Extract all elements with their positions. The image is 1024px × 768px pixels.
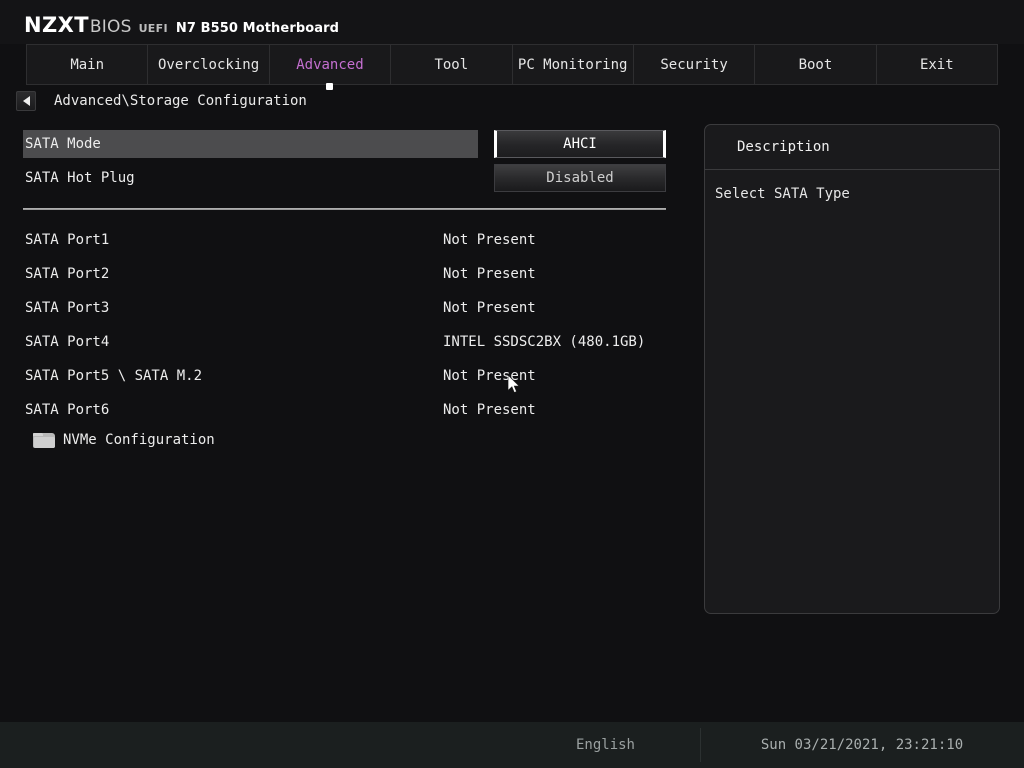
sata-port-name: SATA Port1	[25, 232, 110, 248]
sata-port-name: SATA Port5 \ SATA M.2	[25, 368, 203, 384]
setting-row-sata-hot-plug: SATA Hot Plug Disabled	[23, 164, 666, 192]
sata-port-value: INTEL SSDSC2BX (480.1GB)	[443, 334, 646, 350]
sata-port-row: SATA Port2 Not Present	[23, 262, 666, 286]
sata-port-name: SATA Port2	[25, 266, 110, 282]
sata-port-value: Not Present	[443, 232, 536, 248]
tab-label: Exit	[919, 56, 954, 73]
sata-port-name: SATA Port6	[25, 402, 110, 418]
system-datetime[interactable]: Sun 03/21/2021, 23:21:10	[700, 722, 1024, 768]
tab-label: Overclocking	[157, 56, 260, 73]
folder-front	[34, 436, 55, 448]
sata-port-row: SATA Port6 Not Present	[23, 398, 666, 422]
tab-label: Boot	[798, 56, 833, 73]
tab-label: Main	[70, 56, 105, 73]
tab-overclocking[interactable]: Overclocking	[148, 45, 270, 84]
submenu-nvme-configuration[interactable]: NVMe Configuration	[23, 428, 666, 452]
tab-label: Advanced	[296, 56, 364, 73]
tab-exit[interactable]: Exit	[877, 45, 997, 84]
sata-port-name: SATA Port3	[25, 300, 110, 316]
tab-advanced[interactable]: Advanced	[270, 45, 392, 90]
setting-row-sata-mode: SATA Mode AHCI	[23, 130, 666, 158]
breadcrumb: Advanced\Storage Configuration	[0, 88, 1024, 114]
section-divider	[23, 208, 666, 210]
sata-port-value: Not Present	[443, 402, 536, 418]
brand-bios-label: BIOS	[89, 17, 132, 37]
sata-port-value: Not Present	[443, 368, 536, 384]
motherboard-model: N7 B550 Motherboard	[175, 21, 340, 36]
brand-logo: NZXT BIOS UEFI N7 B550 Motherboard	[24, 13, 339, 37]
description-title: Description	[705, 125, 999, 170]
language-selector[interactable]: English	[0, 722, 700, 768]
tab-pc-monitoring[interactable]: PC Monitoring	[513, 45, 634, 84]
brand-name: NZXT	[24, 13, 89, 37]
sata-port-row: SATA Port5 \ SATA M.2 Not Present	[23, 364, 666, 388]
setting-value-sata-mode[interactable]: AHCI	[494, 130, 666, 158]
bios-screen: NZXT BIOS UEFI N7 B550 Motherboard Main O…	[0, 0, 1024, 768]
status-bar: English Sun 03/21/2021, 23:21:10	[0, 722, 1024, 768]
tab-label: PC Monitoring	[517, 56, 628, 73]
sata-port-row: SATA Port1 Not Present	[23, 228, 666, 252]
uefi-label: UEFI	[138, 22, 168, 35]
folder-tab	[33, 432, 43, 436]
folder-icon	[33, 432, 55, 448]
main-tab-bar: Main Overclocking Advanced Tool PC Monitorin…	[26, 44, 998, 90]
back-arrow-glyph	[22, 96, 30, 106]
tab-tool[interactable]: Tool	[391, 45, 513, 84]
sata-port-name: SATA Port4	[25, 334, 110, 350]
description-text: Select SATA Type	[715, 186, 850, 202]
settings-pane: SATA Mode AHCI SATA Hot Plug Disabled SA…	[0, 124, 692, 704]
sata-port-row: SATA Port3 Not Present	[23, 296, 666, 320]
setting-value-sata-hot-plug[interactable]: Disabled	[494, 164, 666, 192]
back-arrow-icon[interactable]	[16, 91, 36, 111]
sata-port-value: Not Present	[443, 300, 536, 316]
tab-label: Security	[660, 56, 728, 73]
sata-port-row: SATA Port4 INTEL SSDSC2BX (480.1GB)	[23, 330, 666, 354]
description-panel: Description Select SATA Type	[704, 124, 1000, 614]
setting-label-sata-mode[interactable]: SATA Mode	[23, 130, 478, 158]
setting-label-sata-hot-plug[interactable]: SATA Hot Plug	[23, 164, 478, 192]
sata-port-value: Not Present	[443, 266, 536, 282]
header-bar: NZXT BIOS UEFI N7 B550 Motherboard	[0, 0, 1024, 44]
tab-security[interactable]: Security	[634, 45, 756, 84]
tab-boot[interactable]: Boot	[755, 45, 877, 84]
breadcrumb-path: Advanced\Storage Configuration	[54, 93, 307, 109]
submenu-label: NVMe Configuration	[63, 432, 215, 448]
tab-main[interactable]: Main	[27, 45, 149, 84]
tab-label: Tool	[434, 56, 469, 73]
